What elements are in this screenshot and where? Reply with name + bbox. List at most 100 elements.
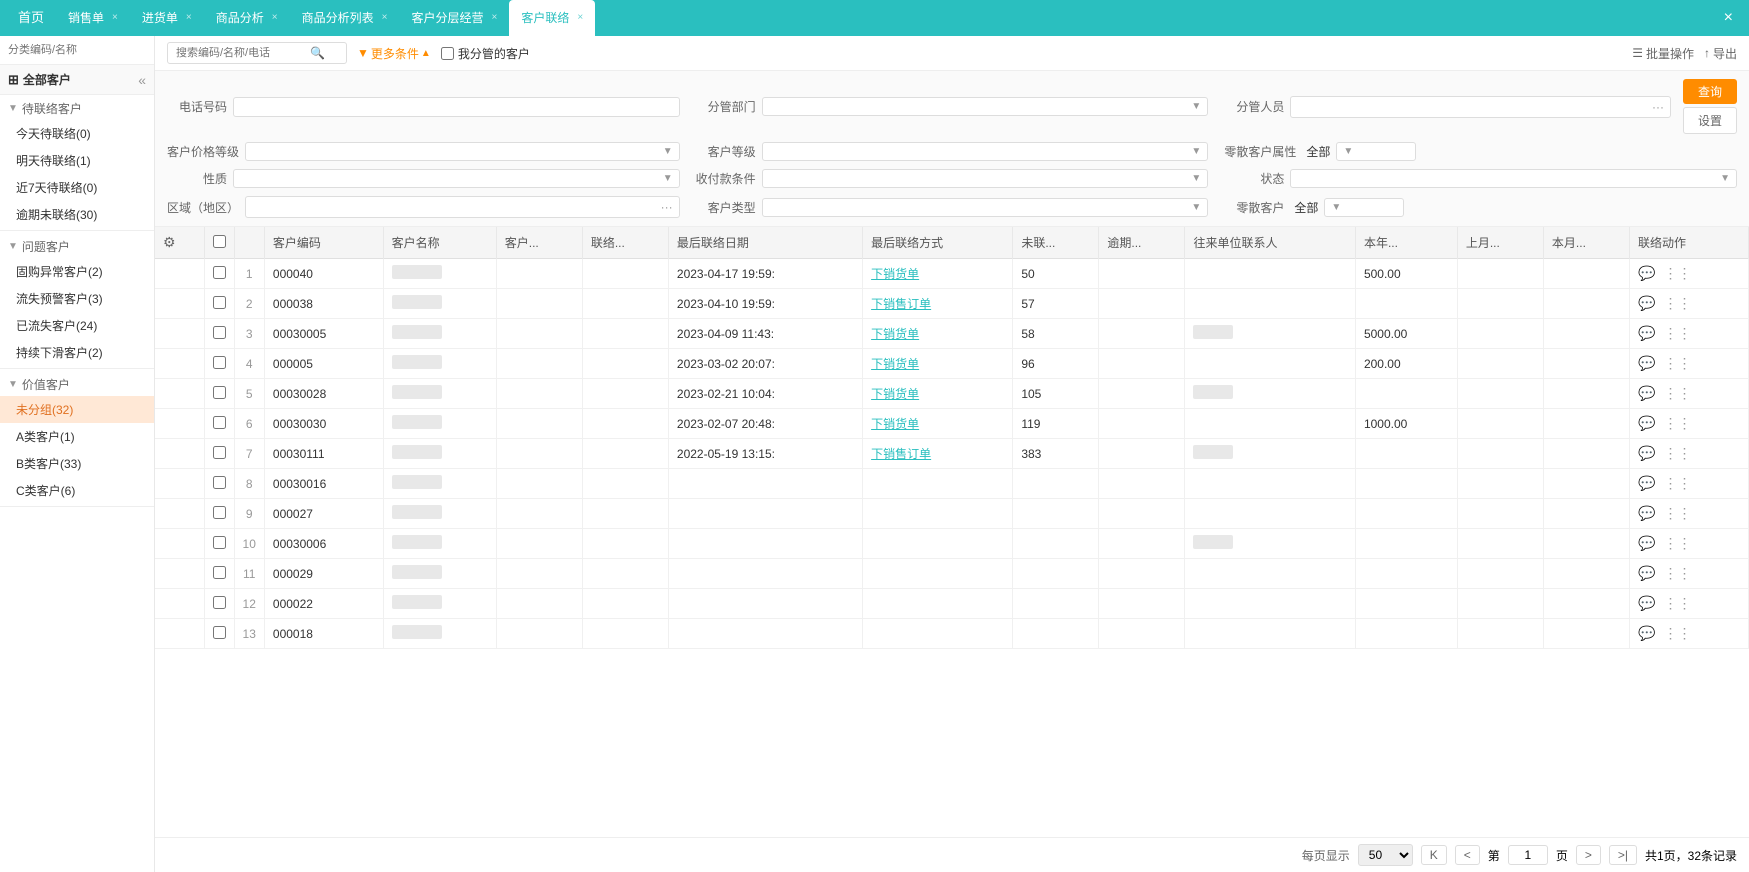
cell-checkbox-1[interactable] xyxy=(204,259,234,289)
cell-checkbox-6[interactable] xyxy=(204,409,234,439)
cell-checkbox-11[interactable] xyxy=(204,559,234,589)
cell-checkbox-3[interactable] xyxy=(204,319,234,349)
last-way-link-2[interactable]: 下销售订单 xyxy=(871,297,931,311)
export-btn[interactable]: ↑ 导出 xyxy=(1704,45,1737,62)
all-customers-header[interactable]: ⊞ 全部客户 « xyxy=(0,65,154,95)
last-way-link-3[interactable]: 下销货单 xyxy=(871,327,919,341)
more-action-icon-6[interactable]: ⋮⋮ xyxy=(1663,415,1691,432)
sidebar-item-today[interactable]: 今天待联络(0) xyxy=(0,120,154,147)
row-checkbox-5[interactable] xyxy=(213,386,226,399)
more-action-icon-5[interactable]: ⋮⋮ xyxy=(1663,385,1691,402)
contact-action-icon-11[interactable]: 💬 xyxy=(1638,565,1655,582)
sidebar-item-lost[interactable]: 已流失客户(24) xyxy=(0,312,154,339)
cell-checkbox-10[interactable] xyxy=(204,529,234,559)
more-action-icon-4[interactable]: ⋮⋮ xyxy=(1663,355,1691,372)
tab-close-customer-contact[interactable]: × xyxy=(577,0,583,36)
cell-checkbox-7[interactable] xyxy=(204,439,234,469)
filter-select-customer-level[interactable]: ▼ xyxy=(762,142,1209,161)
sidebar-item-declining[interactable]: 持续下滑客户(2) xyxy=(0,339,154,366)
my-customers-checkbox[interactable] xyxy=(441,47,454,60)
col-header-contact-person[interactable]: 往来单位联系人 xyxy=(1185,227,1355,259)
my-customers-filter[interactable]: 我分管的客户 xyxy=(441,45,530,62)
first-page-btn[interactable]: K xyxy=(1421,845,1447,865)
filter-search-input[interactable] xyxy=(176,47,306,59)
contact-action-icon-4[interactable]: 💬 xyxy=(1638,355,1655,372)
table-settings-btn[interactable]: ⚙ xyxy=(163,234,176,251)
row-checkbox-7[interactable] xyxy=(213,446,226,459)
col-header-last-date[interactable]: 最后联络日期 xyxy=(668,227,862,259)
nav-tab-customer-contact[interactable]: 客户联络× xyxy=(509,0,595,36)
cell-last-way-1[interactable]: 下销货单 xyxy=(863,259,1013,289)
tab-close-sales[interactable]: × xyxy=(112,0,118,36)
sidebar-item-c-class[interactable]: C类客户(6) xyxy=(0,477,154,504)
last-way-link-6[interactable]: 下销货单 xyxy=(871,417,919,431)
nav-home[interactable]: 首页 xyxy=(8,0,54,36)
row-checkbox-13[interactable] xyxy=(213,626,226,639)
sidebar-item-a-class[interactable]: A类客户(1) xyxy=(0,423,154,450)
settings-button[interactable]: 设置 xyxy=(1683,107,1737,134)
row-checkbox-6[interactable] xyxy=(213,416,226,429)
col-header-name[interactable]: 客户名称 xyxy=(383,227,496,259)
cell-checkbox-13[interactable] xyxy=(204,619,234,649)
row-checkbox-9[interactable] xyxy=(213,506,226,519)
more-action-icon-13[interactable]: ⋮⋮ xyxy=(1663,625,1691,642)
filter-select-price-level[interactable]: ▼ xyxy=(245,142,680,161)
contact-action-icon-12[interactable]: 💬 xyxy=(1638,595,1655,612)
cell-checkbox-5[interactable] xyxy=(204,379,234,409)
col-header-uncontact[interactable]: 未联... xyxy=(1013,227,1099,259)
tab-close-analysis[interactable]: × xyxy=(272,0,278,36)
cell-last-way-2[interactable]: 下销售订单 xyxy=(863,289,1013,319)
col-header-code[interactable]: 客户编码 xyxy=(264,227,383,259)
row-checkbox-3[interactable] xyxy=(213,326,226,339)
row-checkbox-8[interactable] xyxy=(213,476,226,489)
contact-action-icon-3[interactable]: 💬 xyxy=(1638,325,1655,342)
tab-close-purchase[interactable]: × xyxy=(186,0,192,36)
tab-close-analysis-list[interactable]: × xyxy=(382,0,388,36)
contact-action-icon-5[interactable]: 💬 xyxy=(1638,385,1655,402)
cell-checkbox-12[interactable] xyxy=(204,589,234,619)
sidebar-group-label-1[interactable]: ▼ 问题客户 xyxy=(0,233,154,258)
cell-last-way-3[interactable]: 下销货单 xyxy=(863,319,1013,349)
filter-select-dept[interactable]: ▼ xyxy=(762,97,1209,116)
nav-tab-sales[interactable]: 销售单× xyxy=(56,0,130,36)
sidebar-item-overdue[interactable]: 逾期未联络(30) xyxy=(0,201,154,228)
contact-action-icon-7[interactable]: 💬 xyxy=(1638,445,1655,462)
sidebar-item-purchase-abnormal[interactable]: 固购异常客户(2) xyxy=(0,258,154,285)
more-action-icon-7[interactable]: ⋮⋮ xyxy=(1663,445,1691,462)
nav-tab-analysis-list[interactable]: 商品分析列表× xyxy=(290,0,400,36)
last-way-link-5[interactable]: 下销货单 xyxy=(871,387,919,401)
row-checkbox-10[interactable] xyxy=(213,536,226,549)
sidebar-group-label-0[interactable]: ▼ 待联络客户 xyxy=(0,95,154,120)
row-checkbox-1[interactable] xyxy=(213,266,226,279)
cell-last-way-6[interactable]: 下销货单 xyxy=(863,409,1013,439)
filter-select-payment[interactable]: ▼ xyxy=(762,169,1209,188)
more-action-icon-2[interactable]: ⋮⋮ xyxy=(1663,295,1691,312)
col-header-overdue[interactable]: 逾期... xyxy=(1099,227,1185,259)
next-page-btn[interactable]: > xyxy=(1576,845,1601,865)
window-close-button[interactable]: × xyxy=(1716,9,1741,27)
prev-page-btn[interactable]: < xyxy=(1455,845,1480,865)
filter-input-phone[interactable] xyxy=(233,97,680,117)
col-header-contact[interactable]: 联络... xyxy=(582,227,668,259)
filter-select-status[interactable]: ▼ xyxy=(1290,169,1737,188)
more-action-icon-9[interactable]: ⋮⋮ xyxy=(1663,505,1691,522)
sidebar-item-near7[interactable]: 近7天待联络(0) xyxy=(0,174,154,201)
sidebar-search-input[interactable] xyxy=(8,44,150,56)
col-header-last-month[interactable]: 上月... xyxy=(1457,227,1543,259)
contact-action-icon-1[interactable]: 💬 xyxy=(1638,265,1655,282)
row-checkbox-11[interactable] xyxy=(213,566,226,579)
filter-select-customer-type[interactable]: ▼ xyxy=(762,198,1209,217)
sidebar-collapse-icon[interactable]: « xyxy=(138,72,146,88)
sidebar-item-ungroup[interactable]: 未分组(32) xyxy=(0,396,154,423)
col-header-last-way[interactable]: 最后联络方式 xyxy=(863,227,1013,259)
sidebar-group-label-2[interactable]: ▼ 价值客户 xyxy=(0,371,154,396)
more-action-icon-11[interactable]: ⋮⋮ xyxy=(1663,565,1691,582)
filter-select-scatter[interactable]: ▼ xyxy=(1324,198,1404,217)
col-header-settings[interactable]: ⚙ xyxy=(155,227,204,259)
sidebar-item-tomorrow[interactable]: 明天待联络(1) xyxy=(0,147,154,174)
contact-action-icon-8[interactable]: 💬 xyxy=(1638,475,1655,492)
filter-more-btn[interactable]: ▼ 更多条件 ▲ xyxy=(357,45,431,62)
row-checkbox-2[interactable] xyxy=(213,296,226,309)
cell-last-way-7[interactable]: 下销售订单 xyxy=(863,439,1013,469)
cell-checkbox-8[interactable] xyxy=(204,469,234,499)
